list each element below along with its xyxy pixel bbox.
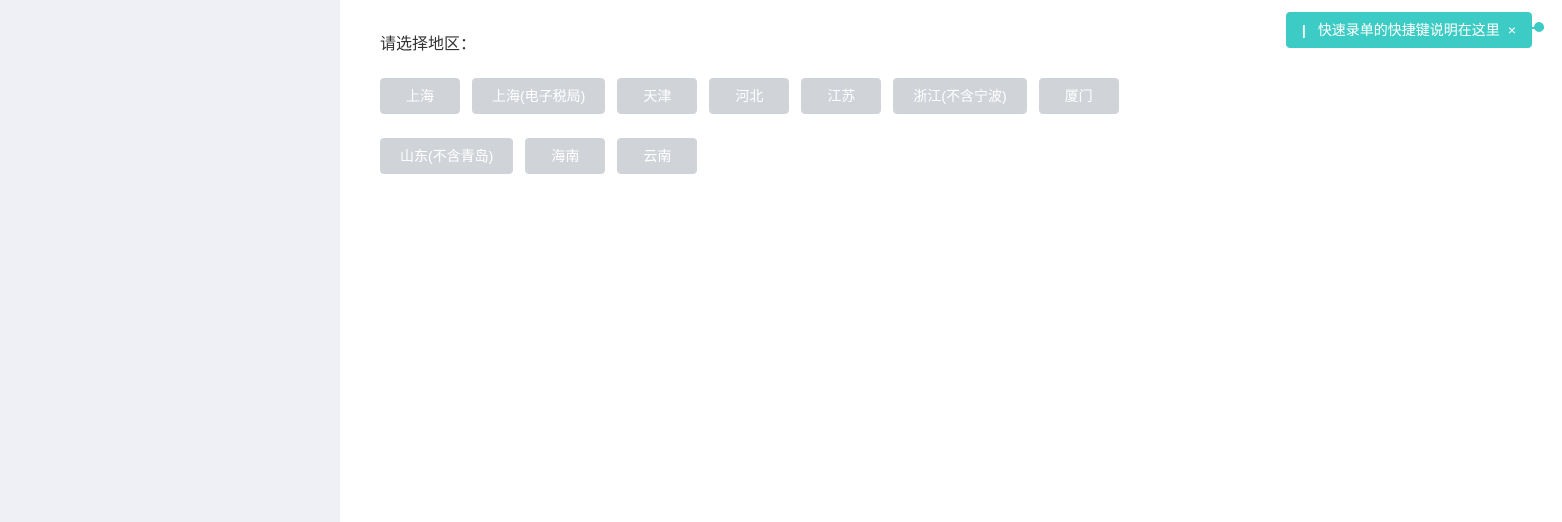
tooltip-banner: 快速录单的快捷键说明在这里 ×	[1286, 12, 1532, 48]
sidebar	[0, 0, 340, 522]
main-content: 请选择地区： 上海 上海(电子税局) 天津 河北 江苏 浙江(不含宁波) 厦门 …	[340, 0, 1562, 522]
region-btn-hebei[interactable]: 河北	[709, 78, 789, 114]
region-btn-tianjin[interactable]: 天津	[617, 78, 697, 114]
tooltip-close-button[interactable]: ×	[1508, 23, 1516, 37]
region-btn-shandong[interactable]: 山东(不含青岛)	[380, 138, 513, 174]
region-btn-shanghai-etax[interactable]: 上海(电子税局)	[472, 78, 605, 114]
region-btn-jiangsu[interactable]: 江苏	[801, 78, 881, 114]
region-btn-shanghai[interactable]: 上海	[380, 78, 460, 114]
region-btn-yunnan[interactable]: 云南	[617, 138, 697, 174]
tooltip-connector-dot	[1534, 22, 1544, 32]
region-buttons-container: 上海 上海(电子税局) 天津 河北 江苏 浙江(不含宁波) 厦门 山东(不含青岛…	[380, 78, 1522, 174]
region-btn-xiamen[interactable]: 厦门	[1039, 78, 1119, 114]
region-btn-zhejiang[interactable]: 浙江(不含宁波)	[893, 78, 1026, 114]
region-btn-hainan[interactable]: 海南	[525, 138, 605, 174]
tooltip-text: 快速录单的快捷键说明在这里	[1318, 20, 1500, 40]
